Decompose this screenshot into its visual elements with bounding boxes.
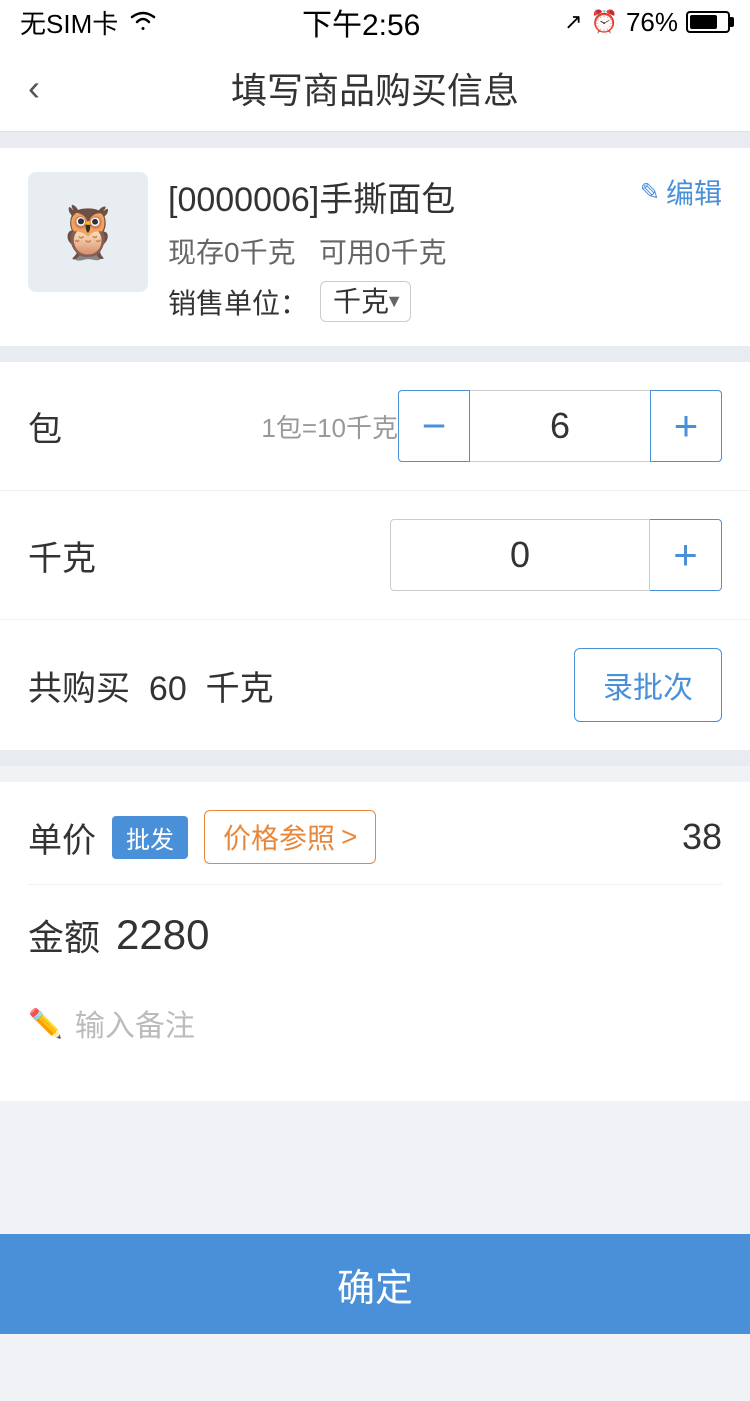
- divider-top: [0, 132, 750, 148]
- product-name: [0000006]手撕面包: [168, 172, 455, 221]
- price-ref-label: 价格参照: [223, 817, 335, 857]
- battery-percent: 76%: [626, 7, 678, 38]
- back-button[interactable]: ‹: [28, 67, 40, 109]
- status-right: ↗ ⏰ 76%: [564, 7, 730, 38]
- edit-button[interactable]: ✎ 编辑: [640, 172, 722, 212]
- edit-label: 编辑: [666, 172, 722, 212]
- carrier-label: 无SIM卡: [20, 4, 118, 41]
- quantity-controls-kg: +: [390, 519, 722, 591]
- price-label: 单价: [28, 813, 96, 862]
- quantity-minus-bao[interactable]: −: [398, 390, 470, 462]
- price-ref-arrow: >: [341, 821, 357, 853]
- product-info: [0000006]手撕面包 ✎ 编辑 现存0千克 可用0千克 销售单位： 千克: [168, 172, 722, 322]
- remark-row[interactable]: ✏️ 输入备注: [28, 981, 722, 1073]
- amount-row: 金额 2280: [28, 909, 722, 961]
- quantity-section: 包 1包=10千克 − + 千克 +: [0, 362, 750, 620]
- summary-amount: 60: [149, 670, 187, 708]
- quantity-hint-bao: 1包=10千克: [261, 408, 398, 445]
- confirm-button[interactable]: 确定: [337, 1257, 413, 1312]
- price-section: 单价 批发 价格参照 > 38 金额 2280 ✏️ 输入备注: [0, 782, 750, 1101]
- product-thumbnail: 🦉: [28, 172, 148, 292]
- divider-mid: [0, 346, 750, 362]
- price-ref-button[interactable]: 价格参照 >: [204, 810, 376, 864]
- product-id: [0000006]: [168, 181, 319, 219]
- quantity-plus-bao[interactable]: +: [650, 390, 722, 462]
- remark-icon: ✏️: [28, 1007, 63, 1040]
- location-icon: ↗: [564, 9, 582, 35]
- status-bar: 无SIM卡 下午2:56 ↗ ⏰ 76%: [0, 0, 750, 44]
- available-label: 可用0千克: [319, 237, 447, 268]
- price-row: 单价 批发 价格参照 > 38: [28, 810, 722, 864]
- product-thumb-icon: 🦉: [56, 202, 121, 263]
- divider-price: [0, 750, 750, 766]
- summary-label: 共购买: [28, 670, 130, 708]
- product-title: 手撕面包: [319, 181, 455, 219]
- quantity-input-bao[interactable]: [470, 390, 650, 462]
- amount-section: 金额 2280 ✏️ 输入备注: [28, 884, 722, 1073]
- remark-placeholder: 输入备注: [75, 1001, 195, 1045]
- quantity-controls-bao: − +: [398, 390, 722, 462]
- quantity-plus-kg[interactable]: +: [650, 519, 722, 591]
- wifi-icon: [128, 7, 158, 38]
- amount-label: 金额: [28, 909, 100, 961]
- page-title: 填写商品购买信息: [231, 62, 519, 114]
- quantity-row-bao: 包 1包=10千克 − +: [0, 362, 750, 491]
- quantity-label-bao: 包: [28, 402, 251, 451]
- unit-select[interactable]: 千克: [320, 281, 411, 322]
- batch-button[interactable]: 录批次: [574, 648, 722, 722]
- price-value: 38: [682, 816, 722, 858]
- battery-icon: [686, 11, 730, 33]
- quantity-row-kg: 千克 +: [0, 491, 750, 620]
- amount-value: 2280: [116, 911, 209, 959]
- product-stock: 现存0千克 可用0千克: [168, 231, 722, 271]
- quantity-label-kg: 千克: [28, 531, 390, 580]
- price-type-tag: 批发: [112, 816, 188, 859]
- unit-select-wrap[interactable]: 千克: [320, 281, 411, 322]
- product-card: 🦉 [0000006]手撕面包 ✎ 编辑 现存0千克 可用0千克 销售单位： 千…: [0, 148, 750, 346]
- edit-icon: ✎: [640, 178, 660, 207]
- unit-label: 销售单位：: [168, 282, 308, 322]
- stock-label: 现存0千克: [168, 237, 296, 268]
- quantity-input-kg[interactable]: [390, 519, 650, 591]
- summary-section: 共购买 60 千克 录批次: [0, 620, 750, 750]
- confirm-bar[interactable]: 确定: [0, 1234, 750, 1334]
- nav-bar: ‹ 填写商品购买信息: [0, 44, 750, 132]
- alarm-icon: ⏰: [591, 9, 618, 35]
- product-unit-row: 销售单位： 千克: [168, 281, 722, 322]
- summary-unit: 千克: [206, 670, 274, 708]
- summary-text: 共购买 60 千克: [28, 661, 274, 710]
- status-time: 下午2:56: [302, 0, 420, 44]
- status-left: 无SIM卡: [20, 4, 158, 41]
